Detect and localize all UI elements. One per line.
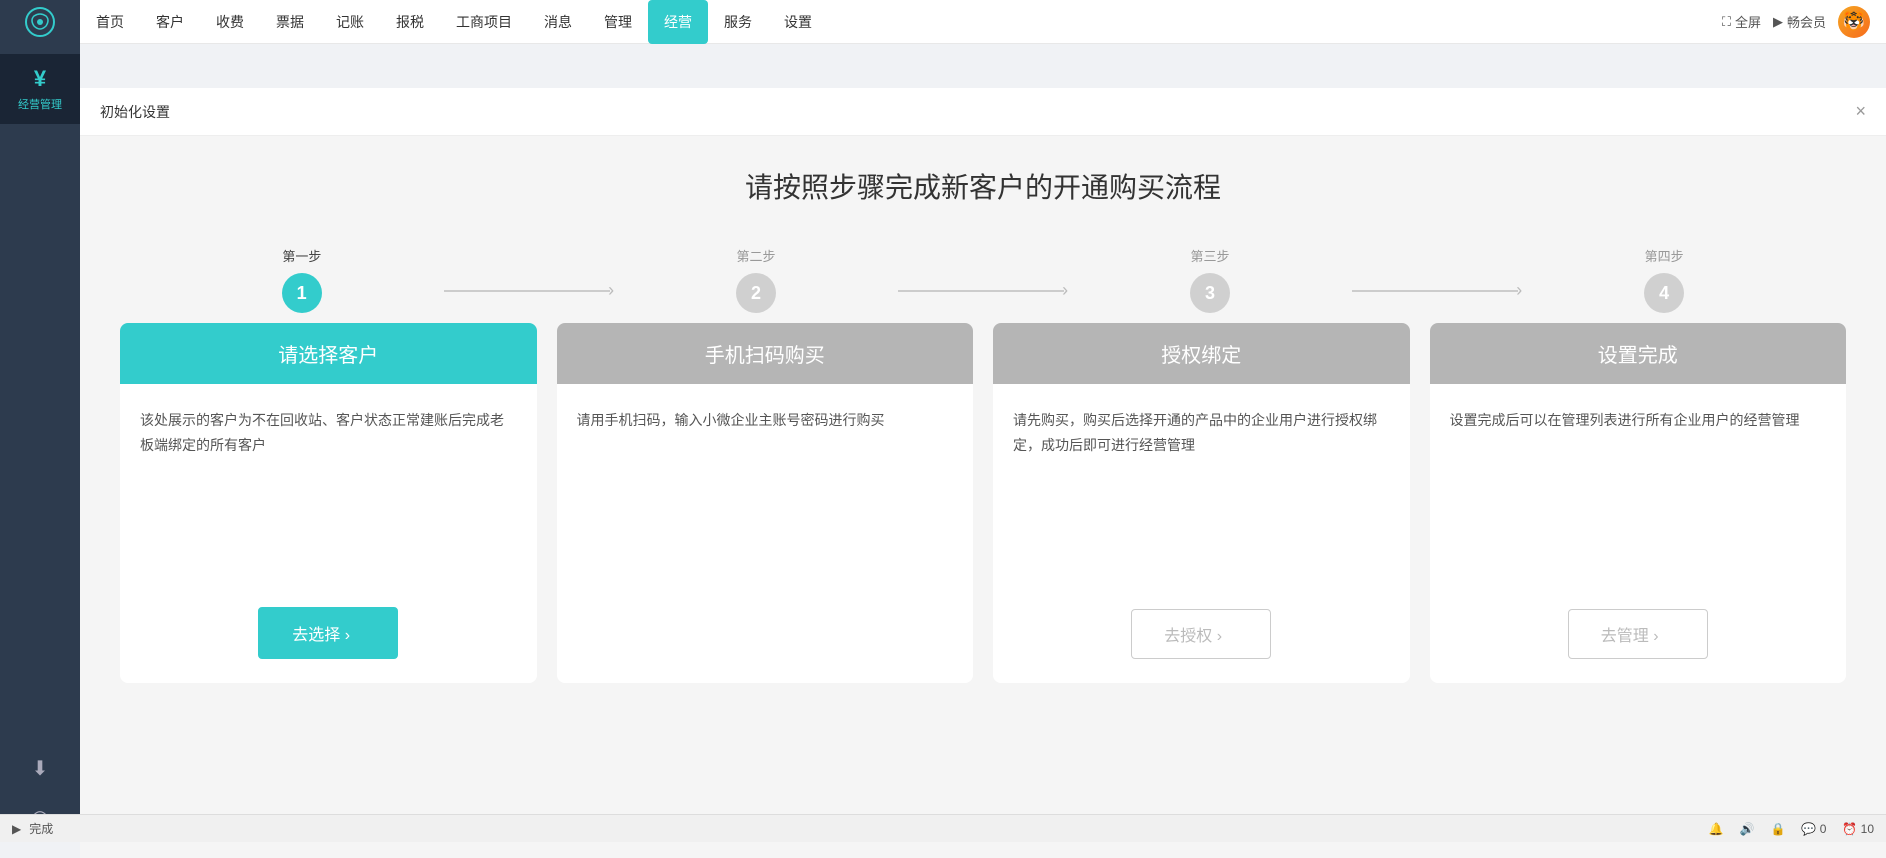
status-text: 完成 — [29, 820, 53, 837]
card-btn-setup-done: 去管理 › — [1568, 609, 1708, 659]
step-unit-1: 第二步 2 — [614, 246, 898, 313]
vip-icon: ▶ — [1773, 14, 1783, 30]
nav-item-报税[interactable]: 报税 — [380, 0, 440, 44]
page-header: 初始化设置 × — [80, 88, 1886, 136]
nav-item-首页[interactable]: 首页 — [80, 0, 140, 44]
page-title: 初始化设置 — [100, 102, 170, 122]
step-label-0: 第一步 — [282, 246, 321, 265]
lock-icon: 🔒 — [1770, 822, 1785, 836]
sidebar-icon-jingying: ¥ — [34, 66, 46, 92]
card-btn-select-customer[interactable]: 去选择 › — [258, 607, 398, 659]
nav-item-管理[interactable]: 管理 — [588, 0, 648, 44]
cards-container: 请选择客户该处展示的客户为不在回收站、客户状态正常建账后完成老板端绑定的所有客户… — [120, 323, 1846, 683]
nav-items: 首页客户收费票据记账报税工商项目消息管理经营服务设置 — [80, 0, 828, 44]
card-auth-bind: 授权绑定请先购买，购买后选择开通的产品中的企业用户进行授权绑定，成功后即可进行经… — [993, 323, 1410, 683]
step-unit-2: 第三步 3 — [1068, 246, 1352, 313]
step-label-2: 第三步 — [1191, 246, 1230, 265]
step-circle-3: 4 — [1644, 273, 1684, 313]
status-bar: ▶ 完成 🔔 🔊 🔒 💬 0 ⏰ 10 — [0, 814, 1886, 842]
card-body-auth-bind: 请先购买，购买后选择开通的产品中的企业用户进行授权绑定，成功后即可进行经营管理 — [993, 384, 1410, 593]
fullscreen-label: 全屏 — [1735, 12, 1761, 31]
sidebar-item-jingying[interactable]: ¥ 经营管理 — [0, 54, 80, 124]
card-btn-auth-bind: 去授权 › — [1131, 609, 1271, 659]
card-header-scan-buy: 手机扫码购买 — [557, 323, 974, 384]
main-content: 初始化设置 × 请按照步骤完成新客户的开通购买流程 第一步1›第二步2›第三步3… — [80, 88, 1886, 858]
notification-icon: 🔔 — [1709, 822, 1724, 836]
nav-item-客户[interactable]: 客户 — [140, 0, 200, 44]
card-setup-done: 设置完成设置完成后可以在管理列表进行所有企业用户的经营管理去管理 › — [1430, 323, 1847, 683]
step-label-3: 第四步 — [1645, 246, 1684, 265]
fullscreen-btn[interactable]: ⛶ 全屏 — [1722, 12, 1761, 31]
card-footer-auth-bind: 去授权 › — [993, 593, 1410, 683]
step-connector-0: › — [444, 280, 614, 301]
card-header-select-customer: 请选择客户 — [120, 323, 537, 384]
card-body-select-customer: 该处展示的客户为不在回收站、客户状态正常建账后完成老板端绑定的所有客户 — [120, 384, 537, 591]
steps-timeline: 第一步1›第二步2›第三步3›第四步4 — [120, 246, 1846, 313]
sidebar-item-download[interactable]: ⬇ — [0, 744, 80, 793]
card-body-scan-buy: 请用手机扫码，输入小微企业主账号密码进行购买 — [557, 384, 974, 623]
fullscreen-icon: ⛶ — [1722, 14, 1731, 30]
play-icon: ▶ — [12, 822, 21, 836]
nav-right: ⛶ 全屏 ▶ 畅会员 🐯 — [1722, 6, 1886, 38]
card-body-setup-done: 设置完成后可以在管理列表进行所有企业用户的经营管理 — [1430, 384, 1847, 593]
logo-area — [0, 0, 80, 44]
step-circle-2: 3 — [1190, 273, 1230, 313]
step-connector-2: › — [1352, 280, 1522, 301]
card-footer-select-customer: 去选择 › — [120, 591, 537, 683]
card-select-customer: 请选择客户该处展示的客户为不在回收站、客户状态正常建账后完成老板端绑定的所有客户… — [120, 323, 537, 683]
nav-item-记账[interactable]: 记账 — [320, 0, 380, 44]
card-scan-buy: 手机扫码购买请用手机扫码，输入小微企业主账号密码进行购买 — [557, 323, 974, 683]
nav-item-收费[interactable]: 收费 — [200, 0, 260, 44]
step-connector-1: › — [898, 280, 1068, 301]
content-area: 请按照步骤完成新客户的开通购买流程 第一步1›第二步2›第三步3›第四步4 请选… — [80, 136, 1886, 713]
step-label-1: 第二步 — [736, 246, 775, 265]
step-circle-1: 2 — [736, 273, 776, 313]
nav-item-设置[interactable]: 设置 — [768, 0, 828, 44]
volume-icon: 🔊 — [1740, 822, 1755, 836]
avatar-icon: 🐯 — [1843, 11, 1865, 32]
nav-item-票据[interactable]: 票据 — [260, 0, 320, 44]
download-icon: ⬇ — [32, 756, 49, 781]
close-button[interactable]: × — [1855, 101, 1866, 122]
main-title: 请按照步骤完成新客户的开通购买流程 — [120, 166, 1846, 206]
vip-label: 畅会员 — [1787, 12, 1826, 31]
vip-btn[interactable]: ▶ 畅会员 — [1773, 12, 1826, 31]
card-header-setup-done: 设置完成 — [1430, 323, 1847, 384]
avatar[interactable]: 🐯 — [1838, 6, 1870, 38]
message-count: 💬 0 — [1801, 822, 1826, 836]
nav-item-工商项目[interactable]: 工商项目 — [440, 0, 528, 44]
nav-item-服务[interactable]: 服务 — [708, 0, 768, 44]
top-navigation: 首页客户收费票据记账报税工商项目消息管理经营服务设置 ⛶ 全屏 ▶ 畅会员 🐯 — [0, 0, 1886, 44]
nav-item-经营[interactable]: 经营 — [648, 0, 708, 44]
nav-item-消息[interactable]: 消息 — [528, 0, 588, 44]
step-circle-0: 1 — [274, 265, 331, 322]
step-unit-3: 第四步 4 — [1522, 246, 1806, 313]
clock-icon: ⏰ 10 — [1842, 822, 1874, 836]
card-footer-setup-done: 去管理 › — [1430, 593, 1847, 683]
sidebar-item-label-jingying: 经营管理 — [18, 96, 62, 112]
sidebar: ¥ 经营管理 ⬇ ◎ — [0, 44, 80, 842]
card-header-auth-bind: 授权绑定 — [993, 323, 1410, 384]
status-bar-right: 🔔 🔊 🔒 💬 0 ⏰ 10 — [1709, 822, 1874, 836]
step-unit-0: 第一步1 — [160, 246, 444, 313]
logo-icon — [24, 6, 56, 38]
